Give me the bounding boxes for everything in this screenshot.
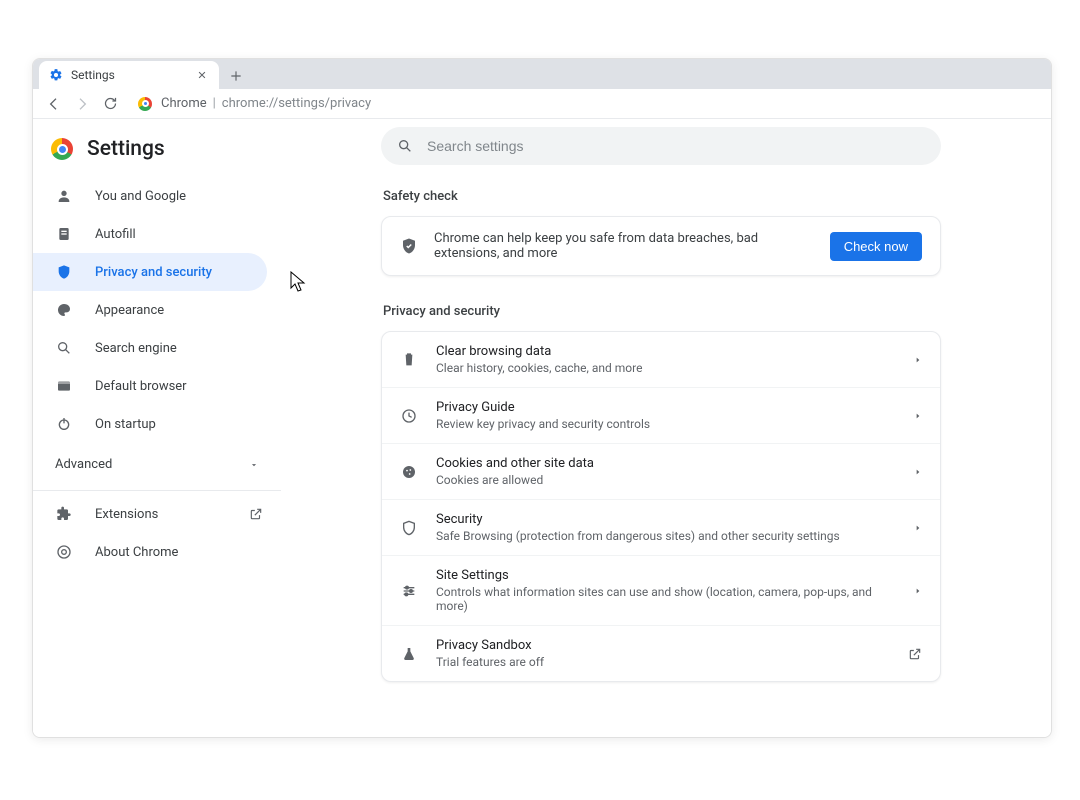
sidebar-item-label: On startup (95, 417, 156, 432)
open-in-new-icon (908, 647, 922, 661)
sidebar-item-privacy-and-security[interactable]: Privacy and security (33, 253, 267, 291)
url-host: Chrome (161, 96, 207, 111)
chevron-down-icon (249, 460, 259, 470)
row-subtitle: Cookies are allowed (436, 473, 896, 487)
flask-icon (400, 646, 418, 662)
compass-icon (400, 408, 418, 424)
row-privacy-guide[interactable]: Privacy Guide Review key privacy and sec… (382, 387, 940, 443)
tab-title: Settings (71, 68, 195, 82)
url-path: chrome://settings/privacy (222, 96, 371, 111)
check-now-button[interactable]: Check now (830, 232, 922, 261)
sidebar: Settings You and Google Autofill (33, 119, 281, 737)
chevron-right-icon (914, 411, 922, 421)
privacy-section-title: Privacy and security (383, 304, 1011, 319)
privacy-list-card: Clear browsing data Clear history, cooki… (381, 331, 941, 682)
sidebar-item-label: Autofill (95, 227, 136, 242)
safety-check-title: Safety check (383, 189, 1011, 204)
app-title: Settings (87, 137, 165, 161)
safety-check-card: Chrome can help keep you safe from data … (381, 216, 941, 276)
row-title: Security (436, 512, 896, 527)
row-subtitle: Clear history, cookies, cache, and more (436, 361, 896, 375)
tab-settings[interactable]: Settings (39, 61, 219, 89)
nav-list: You and Google Autofill Privacy and secu… (33, 177, 281, 443)
row-title: Privacy Sandbox (436, 638, 890, 653)
extension-icon (55, 506, 73, 522)
row-title: Cookies and other site data (436, 456, 896, 471)
chevron-right-icon (914, 467, 922, 477)
forward-button[interactable] (69, 91, 95, 117)
row-subtitle: Review key privacy and security controls (436, 417, 896, 431)
site-info-icon[interactable] (137, 96, 153, 112)
row-site-settings[interactable]: Site Settings Controls what information … (382, 555, 940, 625)
search-icon (55, 340, 73, 356)
row-subtitle: Controls what information sites can use … (436, 585, 896, 613)
main-panel: Safety check Chrome can help keep you sa… (281, 119, 1051, 737)
search-icon (397, 138, 413, 154)
sidebar-item-label: Default browser (95, 379, 187, 394)
sidebar-item-appearance[interactable]: Appearance (33, 291, 267, 329)
toolbar: Chrome | chrome://settings/privacy (33, 89, 1051, 119)
autofill-icon (55, 226, 73, 242)
sidebar-item-on-startup[interactable]: On startup (33, 405, 267, 443)
row-title: Site Settings (436, 568, 896, 583)
chevron-right-icon (914, 355, 922, 365)
sidebar-item-label: Search engine (95, 341, 177, 356)
row-subtitle: Safe Browsing (protection from dangerous… (436, 529, 896, 543)
brand: Settings (33, 129, 281, 177)
safety-check-message: Chrome can help keep you safe from data … (434, 231, 814, 261)
new-tab-button[interactable] (223, 63, 249, 89)
sidebar-item-label: Extensions (95, 507, 249, 522)
row-clear-browsing-data[interactable]: Clear browsing data Clear history, cooki… (382, 332, 940, 387)
palette-icon (55, 302, 73, 318)
row-title: Privacy Guide (436, 400, 896, 415)
close-tab-icon[interactable] (195, 68, 209, 82)
sidebar-item-label: About Chrome (95, 545, 263, 560)
open-in-new-icon (249, 507, 263, 521)
browser-icon (55, 378, 73, 394)
row-title: Clear browsing data (436, 344, 896, 359)
back-button[interactable] (41, 91, 67, 117)
search-settings[interactable] (381, 127, 941, 165)
advanced-toggle[interactable]: Advanced (33, 443, 281, 486)
sidebar-item-label: Privacy and security (95, 265, 212, 280)
browser-window: Settings Chrome | chrome://settings/priv… (32, 58, 1052, 738)
reload-button[interactable] (97, 91, 123, 117)
gear-icon (49, 68, 63, 82)
sidebar-item-default-browser[interactable]: Default browser (33, 367, 267, 405)
power-icon (55, 416, 73, 432)
shield-check-icon (400, 237, 418, 255)
chrome-logo-icon (51, 138, 73, 160)
content: Settings You and Google Autofill (33, 119, 1051, 737)
shield-icon (55, 264, 73, 280)
sidebar-item-autofill[interactable]: Autofill (33, 215, 267, 253)
row-subtitle: Trial features are off (436, 655, 890, 669)
row-security[interactable]: Security Safe Browsing (protection from … (382, 499, 940, 555)
trash-icon (400, 352, 418, 368)
sidebar-item-label: Appearance (95, 303, 164, 318)
address-bar[interactable]: Chrome | chrome://settings/privacy (129, 92, 1043, 116)
person-icon (55, 188, 73, 204)
tune-icon (400, 583, 418, 599)
divider (33, 490, 281, 491)
sidebar-item-search-engine[interactable]: Search engine (33, 329, 267, 367)
advanced-label: Advanced (55, 457, 112, 472)
chevron-right-icon (914, 586, 922, 596)
chevron-right-icon (914, 523, 922, 533)
search-input[interactable] (427, 138, 925, 154)
row-cookies[interactable]: Cookies and other site data Cookies are … (382, 443, 940, 499)
chrome-outline-icon (55, 544, 73, 560)
row-privacy-sandbox[interactable]: Privacy Sandbox Trial features are off (382, 625, 940, 681)
sidebar-item-extensions[interactable]: Extensions (33, 495, 281, 533)
sidebar-item-you-and-google[interactable]: You and Google (33, 177, 267, 215)
sidebar-item-about-chrome[interactable]: About Chrome (33, 533, 281, 571)
shield-icon (400, 520, 418, 536)
tab-strip: Settings (33, 59, 1051, 89)
sidebar-item-label: You and Google (95, 189, 186, 204)
cookie-icon (400, 464, 418, 480)
